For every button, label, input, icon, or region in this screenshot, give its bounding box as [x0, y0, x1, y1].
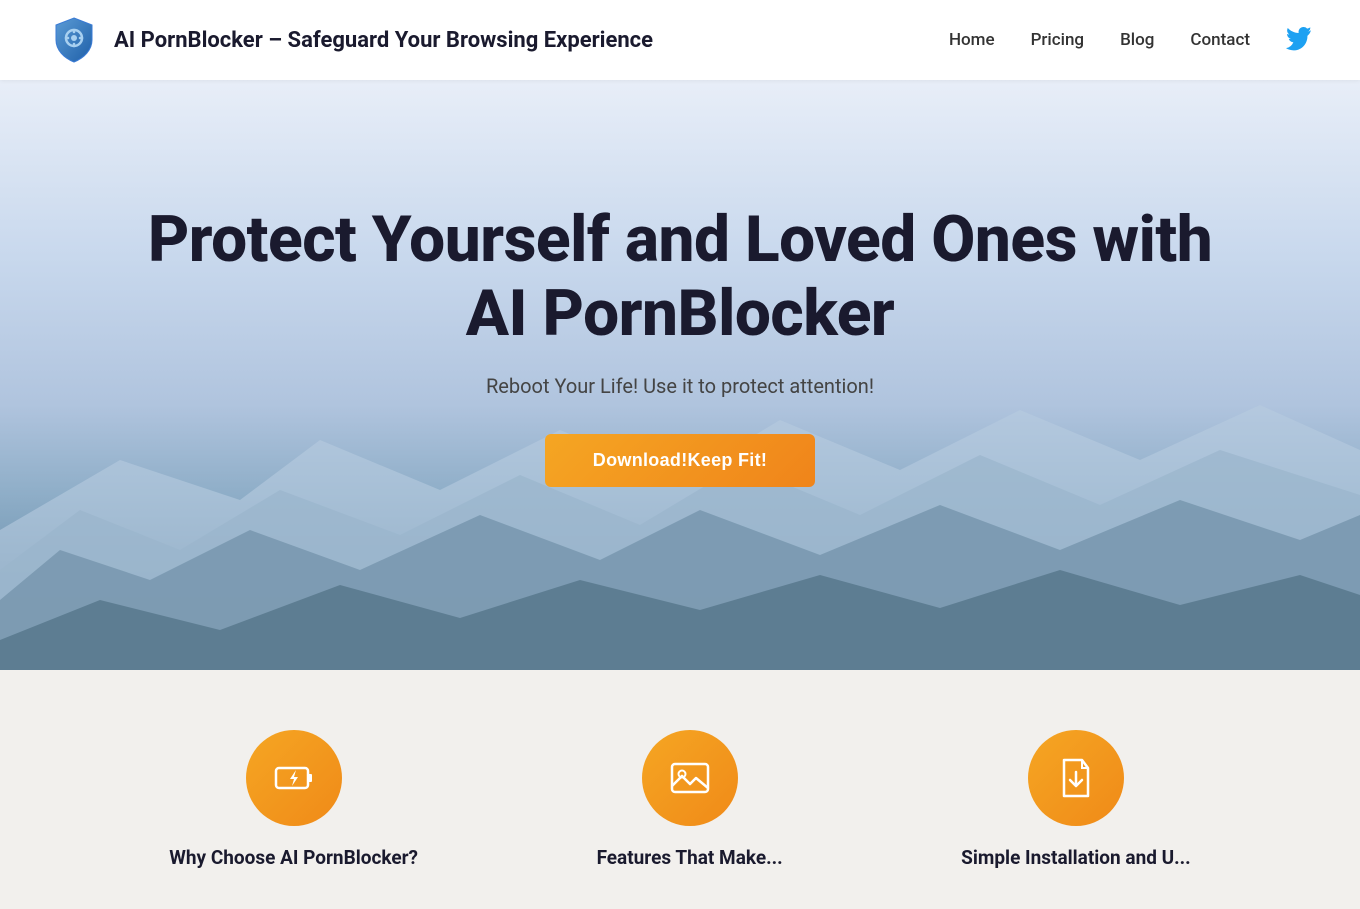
feature-icon-battery — [246, 730, 342, 826]
hero-title: Protect Yourself and Loved Ones with AI … — [130, 203, 1230, 350]
feature-icon-download-doc — [1028, 730, 1124, 826]
nav-contact[interactable]: Contact — [1190, 30, 1250, 50]
brand-title: AI PornBlocker – Safeguard Your Browsing… — [114, 28, 653, 53]
nav-blog[interactable]: Blog — [1120, 30, 1154, 50]
hero-subtitle: Reboot Your Life! Use it to protect atte… — [130, 374, 1230, 398]
battery-bolt-icon — [270, 754, 318, 802]
brand-logo-icon — [48, 14, 100, 66]
feature-simple-installation: Simple Installation and U... — [961, 730, 1191, 869]
feature-why-choose: Why Choose AI PornBlocker? — [169, 730, 418, 869]
nav-home[interactable]: Home — [949, 30, 995, 50]
hero-content: Protect Yourself and Loved Ones with AI … — [90, 203, 1270, 487]
hero-section: Protect Yourself and Loved Ones with AI … — [0, 80, 1360, 670]
features-section: Why Choose AI PornBlocker? Features That… — [0, 670, 1360, 909]
feature-installation-label: Simple Installation and U... — [961, 846, 1191, 869]
feature-features-label: Features That Make... — [597, 846, 783, 869]
hero-cta-button[interactable]: Download!Keep Fit! — [545, 434, 815, 487]
navbar: AI PornBlocker – Safeguard Your Browsing… — [0, 0, 1360, 80]
nav-pricing[interactable]: Pricing — [1031, 30, 1085, 50]
feature-why-choose-label: Why Choose AI PornBlocker? — [169, 846, 418, 869]
twitter-icon[interactable] — [1286, 27, 1312, 53]
feature-icon-image — [642, 730, 738, 826]
download-doc-icon — [1052, 754, 1100, 802]
brand: AI PornBlocker – Safeguard Your Browsing… — [48, 14, 653, 66]
image-icon — [666, 754, 714, 802]
nav-links: Home Pricing Blog Contact — [949, 27, 1312, 53]
feature-features-that-make: Features That Make... — [597, 730, 783, 869]
